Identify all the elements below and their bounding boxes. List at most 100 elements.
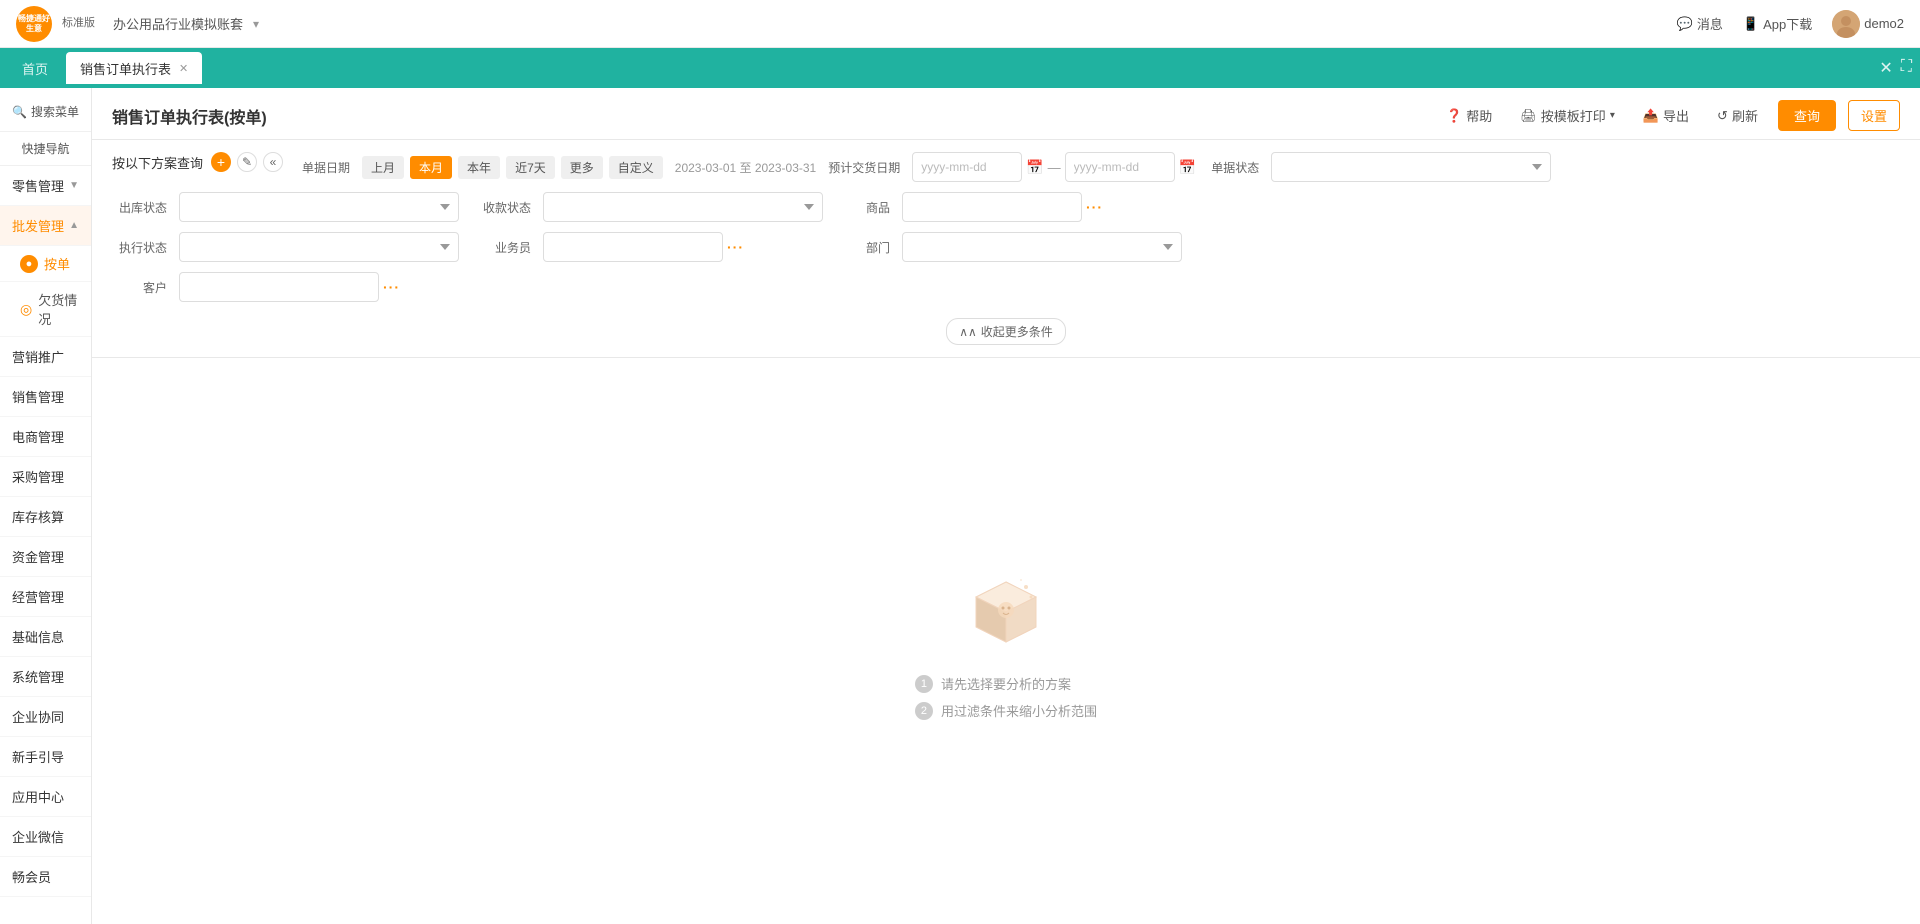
collapse-filters-button[interactable]: ∧∧ 收起更多条件 xyxy=(946,318,1066,345)
sidebar-item-finance[interactable]: 资金管理 xyxy=(0,537,91,577)
search-menu-label: 搜索菜单 xyxy=(31,103,79,120)
app-title-dropdown[interactable]: ▾ xyxy=(253,17,259,31)
sidebar-item-enterprise[interactable]: 企业协同 xyxy=(0,697,91,737)
sidebar-item-wholesale[interactable]: 批发管理 ▲ xyxy=(0,206,91,246)
query-button[interactable]: 查询 xyxy=(1778,100,1836,131)
help-button[interactable]: ❓ 帮助 xyxy=(1438,102,1500,129)
search-menu-button[interactable]: 🔍 搜索菜单 xyxy=(8,98,83,125)
goods-more-icon[interactable]: ··· xyxy=(1086,199,1103,215)
date-btn-custom[interactable]: 自定义 xyxy=(609,156,663,179)
sidebar-item-operations[interactable]: 经营管理 xyxy=(0,577,91,617)
sidebar-wechat-label: 企业微信 xyxy=(12,827,64,846)
expected-date-start[interactable] xyxy=(912,152,1022,182)
filter-row-1: 按以下方案查询 + ✎ « 单据日期 上月 本月 本年 近7天 更多 自定义 2… xyxy=(112,152,1900,182)
department-select[interactable] xyxy=(902,232,1182,262)
date-btn-this-year[interactable]: 本年 xyxy=(458,156,500,179)
tab-home[interactable]: 首页 xyxy=(8,52,62,84)
page-title: 销售订单执行表(按单) xyxy=(112,104,267,128)
sidebar-newbie-label: 新手引导 xyxy=(12,747,64,766)
app-download-button[interactable]: 📱 App下载 xyxy=(1743,14,1812,33)
payment-label: 收款状态 xyxy=(471,199,531,216)
sidebar-basic-label: 基础信息 xyxy=(12,627,64,646)
goods-input[interactable] xyxy=(902,192,1082,222)
close-tab-action[interactable]: ✕ xyxy=(1879,58,1892,78)
sidebar-item-sales[interactable]: 销售管理 xyxy=(0,377,91,417)
filter-edit-button[interactable]: ✎ xyxy=(237,152,257,172)
tab-sales-exec[interactable]: 销售订单执行表 ✕ xyxy=(66,52,202,84)
sidebar-item-basic[interactable]: 基础信息 xyxy=(0,617,91,657)
sidebar-item-member[interactable]: 畅会员 xyxy=(0,857,91,897)
export-icon: 📤 xyxy=(1643,108,1659,124)
app-logo: 畅捷通好生意 xyxy=(16,6,52,42)
filter-add-button[interactable]: + xyxy=(211,152,231,172)
exec-select[interactable] xyxy=(179,232,459,262)
tab-bar: 首页 销售订单执行表 ✕ ✕ ⛶ xyxy=(0,48,1920,88)
quick-nav-button[interactable]: 快捷导航 xyxy=(0,132,91,166)
user-menu[interactable]: demo2 xyxy=(1832,10,1904,38)
hint-text-2: 用过滤条件来缩小分析范围 xyxy=(941,701,1097,720)
sidebar-item-orders[interactable]: ● 按单 xyxy=(0,246,91,282)
collapse-label: 收起更多条件 xyxy=(981,323,1053,340)
sidebar-item-system[interactable]: 系统管理 xyxy=(0,657,91,697)
sidebar-item-retail[interactable]: 零售管理 ▼ xyxy=(0,166,91,206)
empty-hint-2: 2 用过滤条件来缩小分析范围 xyxy=(915,701,1097,720)
page-header: 销售订单执行表(按单) ❓ 帮助 🖨 按模板打印 ▾ 📤 导出 ↺ 刷新 xyxy=(92,88,1920,140)
sidebar-item-wechat[interactable]: 企业微信 xyxy=(0,817,91,857)
salesperson-input[interactable] xyxy=(543,232,723,262)
hint-text-1: 请先选择要分析的方案 xyxy=(941,674,1071,693)
content-area: 销售订单执行表(按单) ❓ 帮助 🖨 按模板打印 ▾ 📤 导出 ↺ 刷新 xyxy=(92,88,1920,924)
sidebar-item-debt[interactable]: ◎ 欠货情况 xyxy=(0,282,91,337)
wholesale-arrow-icon: ▲ xyxy=(69,220,79,231)
sidebar-retail-label: 零售管理 xyxy=(12,176,64,195)
sidebar-item-purchase[interactable]: 采购管理 xyxy=(0,457,91,497)
sidebar-system-label: 系统管理 xyxy=(12,667,64,686)
customer-more-icon[interactable]: ··· xyxy=(383,279,400,295)
status-select[interactable] xyxy=(1271,152,1551,182)
filter-collapse-button[interactable]: « xyxy=(263,152,283,172)
sidebar-member-label: 畅会员 xyxy=(12,867,51,886)
department-group xyxy=(902,232,1182,262)
payment-group xyxy=(543,192,823,222)
hint-num-2: 2 xyxy=(915,702,933,720)
payment-select[interactable] xyxy=(543,192,823,222)
customer-label: 客户 xyxy=(112,279,167,296)
settings-button[interactable]: 设置 xyxy=(1848,100,1900,131)
date-btn-more[interactable]: 更多 xyxy=(561,156,603,179)
goods-label: 商品 xyxy=(835,199,890,216)
sidebar: 🔍 搜索菜单 快捷导航 零售管理 ▼ 批发管理 ▲ ● 按单 ◎ 欠货情况 xyxy=(0,88,92,924)
tab-close-button[interactable]: ✕ xyxy=(179,62,188,75)
date-btn-last-month[interactable]: 上月 xyxy=(362,156,404,179)
sidebar-ecommerce-label: 电商管理 xyxy=(12,427,64,446)
tab-home-label: 首页 xyxy=(22,59,48,78)
delivery-select[interactable] xyxy=(179,192,459,222)
sidebar-item-appstore[interactable]: 应用中心 xyxy=(0,777,91,817)
logo-text: 畅捷通好生意 xyxy=(16,14,52,33)
refresh-button[interactable]: ↺ 刷新 xyxy=(1709,102,1766,129)
print-button[interactable]: 🖨 按模板打印 ▾ xyxy=(1512,102,1623,129)
date-btn-7days[interactable]: 近7天 xyxy=(506,156,555,179)
expected-date-end[interactable] xyxy=(1065,152,1175,182)
filter-section-title: 按以下方案查询 xyxy=(112,153,203,172)
export-button[interactable]: 📤 导出 xyxy=(1635,102,1697,129)
date-btn-this-month[interactable]: 本月 xyxy=(410,156,452,179)
message-button[interactable]: 💬 消息 xyxy=(1677,14,1723,33)
filter-row-3: 执行状态 业务员 ··· 部门 xyxy=(112,232,1900,262)
customer-input[interactable] xyxy=(179,272,379,302)
delivery-group xyxy=(179,192,459,222)
top-bar: 畅捷通好生意 标准版 办公用品行业模拟账套 ▾ 💬 消息 📱 App下载 dem… xyxy=(0,0,1920,48)
calendar-end-icon[interactable]: 📅 xyxy=(1179,159,1196,176)
salesperson-label: 业务员 xyxy=(471,239,531,256)
sidebar-item-marketing[interactable]: 营销推广 xyxy=(0,337,91,377)
orders-badge: ● xyxy=(20,255,38,273)
app-title: 办公用品行业模拟账套 xyxy=(113,14,243,33)
sidebar-item-newbie[interactable]: 新手引导 xyxy=(0,737,91,777)
expand-tab-action[interactable]: ⛶ xyxy=(1901,58,1912,78)
salesperson-more-icon[interactable]: ··· xyxy=(727,239,744,255)
sidebar-item-ecommerce[interactable]: 电商管理 xyxy=(0,417,91,457)
sidebar-item-inventory[interactable]: 库存核算 xyxy=(0,497,91,537)
sidebar-finance-label: 资金管理 xyxy=(12,547,64,566)
status-label: 单据状态 xyxy=(1204,159,1259,176)
calendar-start-icon[interactable]: 📅 xyxy=(1026,159,1043,176)
date-label: 单据日期 xyxy=(295,159,350,176)
sidebar-wholesale-label: 批发管理 xyxy=(12,216,64,235)
